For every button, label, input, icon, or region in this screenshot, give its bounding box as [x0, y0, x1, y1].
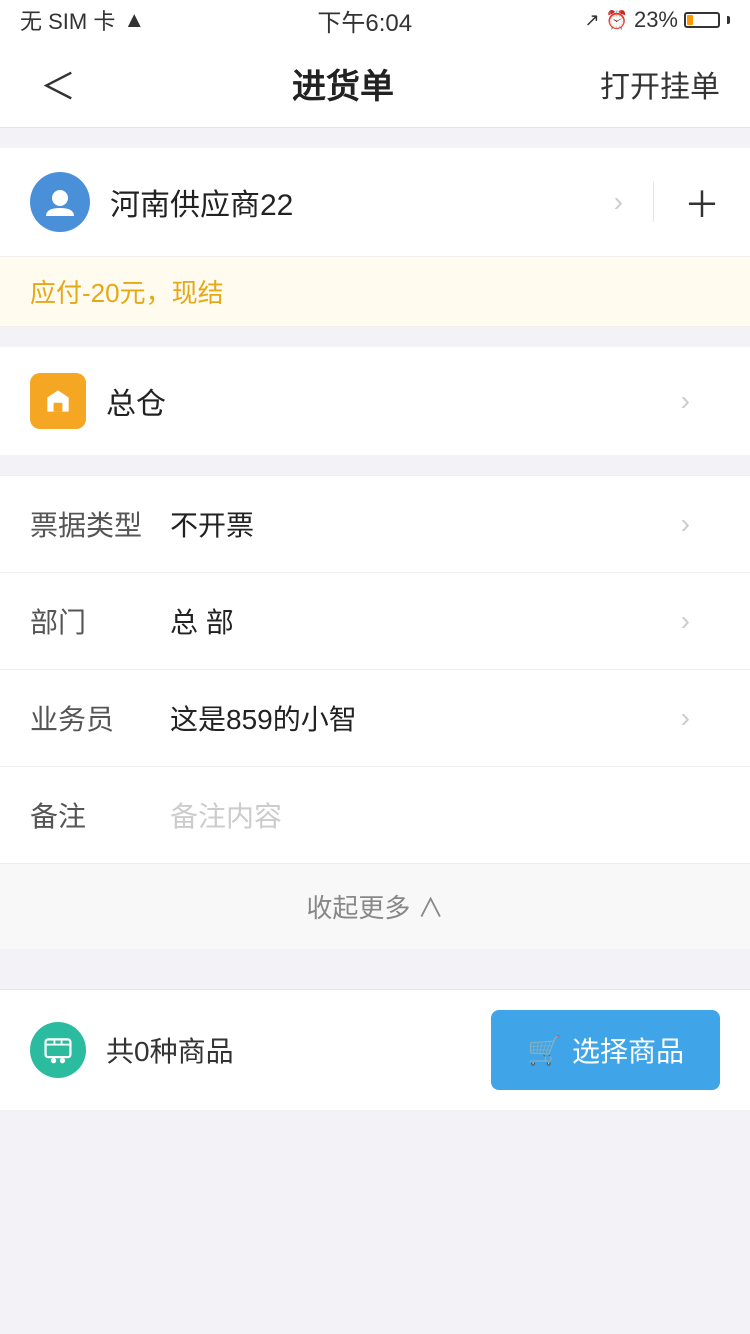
gap-3: [0, 455, 750, 475]
remark-label: 备注: [30, 795, 150, 835]
salesman-chevron-icon: ›: [681, 702, 690, 734]
add-button[interactable]: ＋: [684, 176, 720, 228]
select-product-icon: 🛒: [527, 1034, 562, 1067]
wifi-icon: ▲: [123, 7, 145, 33]
battery-icon: [684, 12, 720, 28]
warehouse-row[interactable]: 总仓 ›: [0, 347, 750, 455]
alarm-icon: ⏰: [606, 10, 628, 31]
notice-bar: 应付-20元，现结: [0, 257, 750, 327]
form-section: 票据类型 不开票 › 部门 总 部 › 业务员 这是859的小智 › 备注 备注…: [0, 475, 750, 863]
nav-bar: ＜ 进货单 打开挂单: [0, 40, 750, 128]
remark-row[interactable]: 备注 备注内容: [0, 766, 750, 863]
gap-4: [0, 949, 750, 969]
select-product-button[interactable]: 🛒 选择商品: [491, 1010, 720, 1090]
time-display: 下午6:04: [317, 3, 412, 38]
salesman-label: 业务员: [30, 698, 150, 738]
status-right: ↗ ⏰ 23%: [584, 7, 730, 33]
salesman-row[interactable]: 业务员 这是859的小智 ›: [0, 669, 750, 766]
product-count-text: 共0种商品: [106, 1030, 491, 1070]
back-button[interactable]: ＜: [30, 48, 86, 120]
warehouse-svg-icon: [42, 385, 74, 417]
status-bar: 无 SIM 卡 ▲ 下午6:04 ↗ ⏰ 23%: [0, 0, 750, 40]
warehouse-icon: [30, 373, 86, 429]
department-chevron-icon: ›: [681, 605, 690, 637]
collapse-button[interactable]: 收起更多 ∧: [0, 863, 750, 949]
status-left: 无 SIM 卡 ▲: [20, 4, 145, 36]
battery-percent: 23%: [634, 7, 678, 33]
carrier-text: 无 SIM 卡: [20, 4, 115, 36]
vertical-divider: [653, 182, 654, 222]
open-pending-button[interactable]: 打开挂单: [600, 62, 720, 106]
warehouse-section[interactable]: 总仓 ›: [0, 347, 750, 455]
warehouse-label: 总仓: [106, 379, 681, 423]
department-value: 总 部: [170, 601, 681, 641]
cart-icon: [42, 1034, 74, 1066]
select-product-label: 选择商品: [572, 1030, 684, 1070]
supplier-avatar: [30, 172, 90, 232]
invoice-type-chevron-icon: ›: [681, 508, 690, 540]
warehouse-chevron-icon: ›: [681, 385, 690, 417]
supplier-chevron-icon: ›: [614, 186, 623, 218]
invoice-type-value: 不开票: [170, 504, 681, 544]
department-row[interactable]: 部门 总 部 ›: [0, 572, 750, 669]
invoice-type-row[interactable]: 票据类型 不开票 ›: [0, 475, 750, 572]
supplier-name: 河南供应商22: [110, 180, 614, 224]
invoice-type-label: 票据类型: [30, 504, 150, 544]
avatar-icon: [42, 184, 78, 220]
supplier-section: 河南供应商22 › ＋ 应付-20元，现结: [0, 148, 750, 327]
remark-input[interactable]: 备注内容: [170, 795, 720, 835]
gps-icon: ↗: [584, 10, 599, 31]
product-count-icon: [30, 1022, 86, 1078]
bottom-bar: 共0种商品 🛒 选择商品: [0, 989, 750, 1110]
gap-2: [0, 327, 750, 347]
gap-1: [0, 128, 750, 148]
page-title: 进货单: [292, 59, 394, 108]
battery-tip: [727, 16, 730, 24]
department-label: 部门: [30, 601, 150, 641]
supplier-row[interactable]: 河南供应商22 › ＋: [0, 148, 750, 257]
salesman-value: 这是859的小智: [170, 698, 681, 738]
